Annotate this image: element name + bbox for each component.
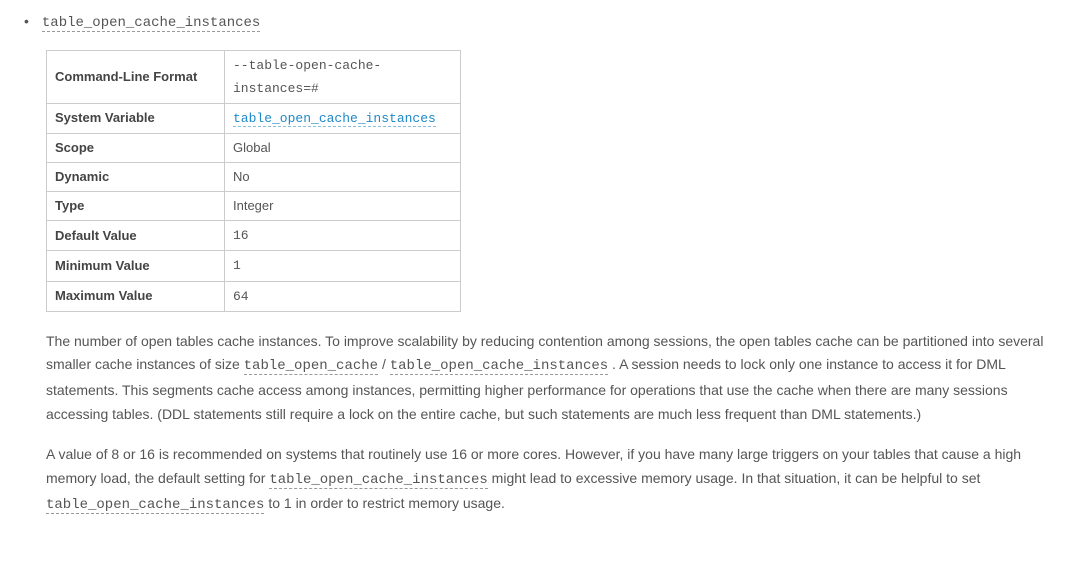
- row-value: No: [225, 163, 461, 192]
- table-open-cache-link[interactable]: table_open_cache: [244, 358, 378, 375]
- table-row: Maximum Value 64: [47, 281, 461, 311]
- row-label: Minimum Value: [47, 251, 225, 281]
- variable-list: table_open_cache_instances Command-Line …: [18, 10, 1062, 518]
- row-value: table_open_cache_instances: [225, 103, 461, 133]
- table-row: System Variable table_open_cache_instanc…: [47, 103, 461, 133]
- row-label: Command-Line Format: [47, 50, 225, 103]
- variable-info-table: Command-Line Format --table-open-cache-i…: [46, 50, 461, 312]
- row-value: Global: [225, 134, 461, 163]
- description-paragraph: A value of 8 or 16 is recommended on sys…: [46, 443, 1054, 518]
- variable-description: The number of open tables cache instance…: [46, 330, 1054, 519]
- row-label: Scope: [47, 134, 225, 163]
- minimum-value: 1: [233, 258, 241, 273]
- table-open-cache-instances-link[interactable]: table_open_cache_instances: [390, 358, 608, 375]
- system-variable-link[interactable]: table_open_cache_instances: [233, 111, 436, 127]
- table-row: Minimum Value 1: [47, 251, 461, 281]
- row-value: --table-open-cache-instances=#: [225, 50, 461, 103]
- row-label: System Variable: [47, 103, 225, 133]
- row-label: Dynamic: [47, 163, 225, 192]
- desc-text: /: [378, 356, 390, 372]
- cmdline-format-value: --table-open-cache-instances=#: [233, 58, 381, 96]
- row-value: 16: [225, 221, 461, 251]
- default-value: 16: [233, 228, 249, 243]
- row-value: Integer: [225, 192, 461, 221]
- table-row: Type Integer: [47, 192, 461, 221]
- row-label: Maximum Value: [47, 281, 225, 311]
- maximum-value: 64: [233, 289, 249, 304]
- row-label: Default Value: [47, 221, 225, 251]
- variable-name-link[interactable]: table_open_cache_instances: [42, 15, 260, 32]
- table-row: Dynamic No: [47, 163, 461, 192]
- table-open-cache-instances-link[interactable]: table_open_cache_instances: [269, 472, 487, 489]
- table-row: Scope Global: [47, 134, 461, 163]
- description-paragraph: The number of open tables cache instance…: [46, 330, 1054, 427]
- row-label: Type: [47, 192, 225, 221]
- variable-list-item: table_open_cache_instances Command-Line …: [38, 10, 1062, 518]
- row-value: 1: [225, 251, 461, 281]
- table-row: Command-Line Format --table-open-cache-i…: [47, 50, 461, 103]
- table-open-cache-instances-link[interactable]: table_open_cache_instances: [46, 497, 264, 514]
- table-row: Default Value 16: [47, 221, 461, 251]
- desc-text: to 1 in order to restrict memory usage.: [264, 495, 504, 511]
- desc-text: might lead to excessive memory usage. In…: [488, 470, 981, 486]
- row-value: 64: [225, 281, 461, 311]
